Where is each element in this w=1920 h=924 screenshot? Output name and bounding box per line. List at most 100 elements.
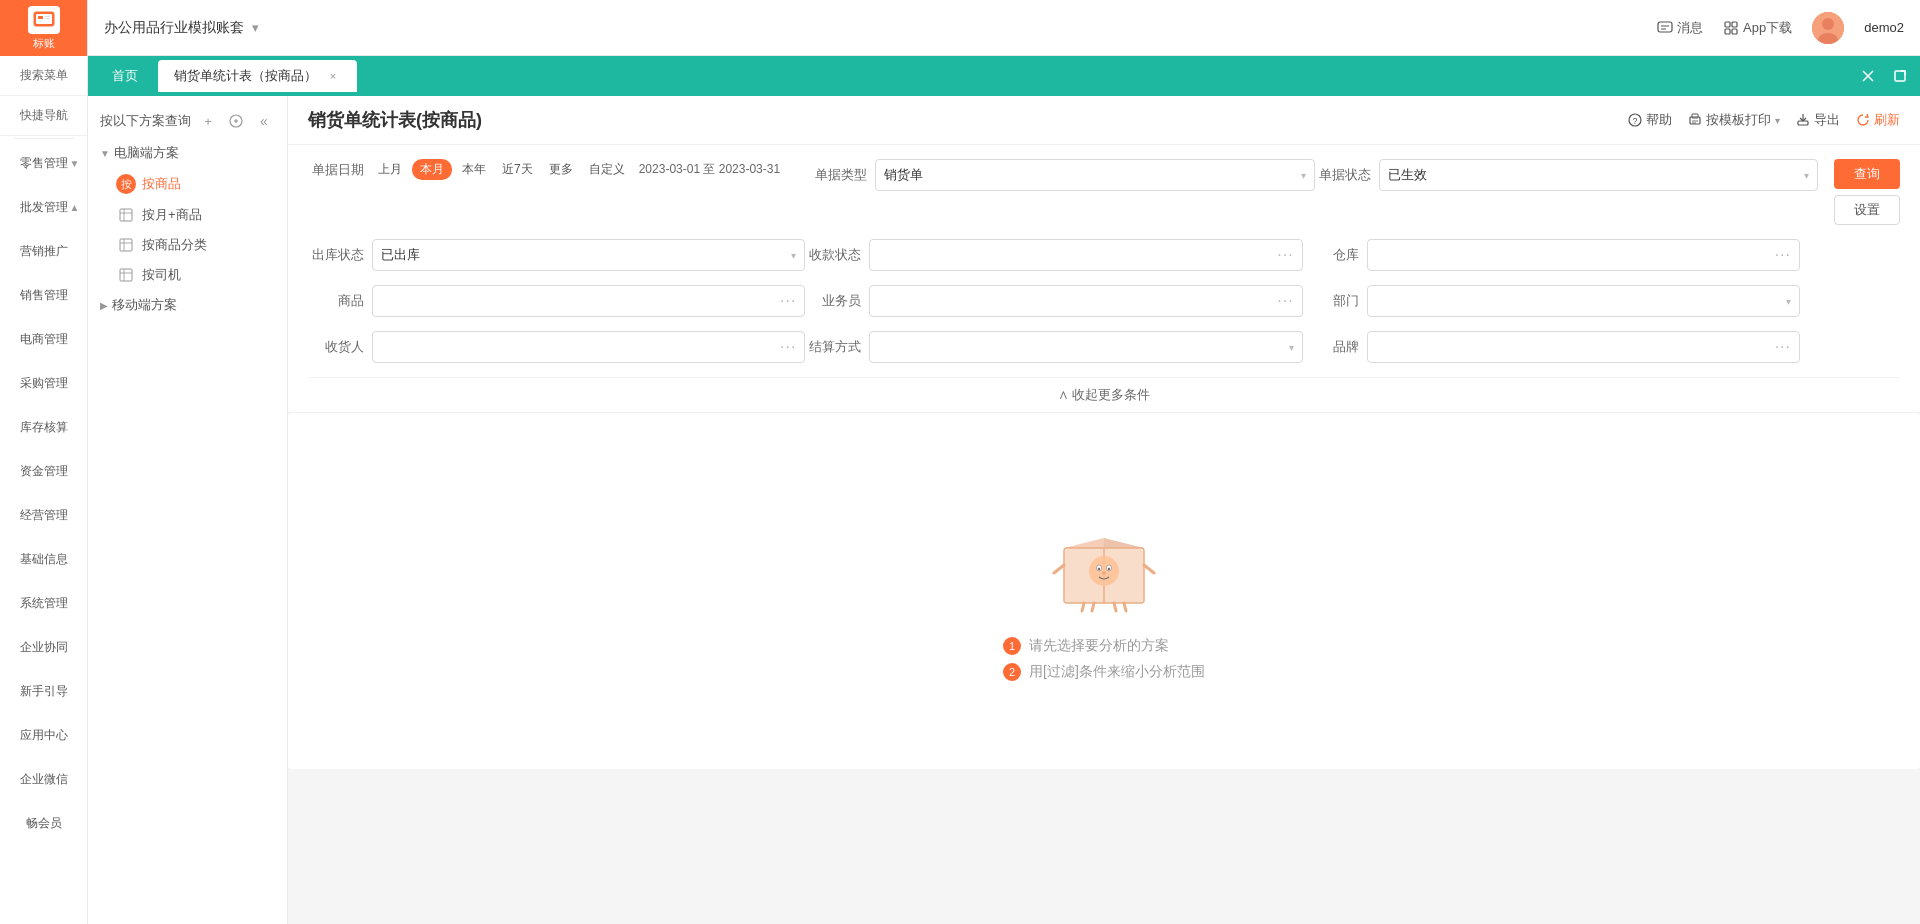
type-select[interactable]: 销货单 ▾ [875,159,1314,191]
department-arrow: ▾ [1786,296,1791,307]
plan-item-by-cashier[interactable]: 按司机 [88,260,287,290]
sidebar-item-member[interactable]: 畅会员 [0,801,88,845]
tab-maximize-btn[interactable] [1888,64,1912,88]
desktop-expand-icon: ▼ [100,148,110,159]
type-dropdown-arrow: ▾ [1301,170,1306,181]
shortcut-more[interactable]: 更多 [543,159,579,180]
empty-tip-1: 1 请先选择要分析的方案 [1003,637,1205,655]
app-logo[interactable]: 标账 [0,0,88,56]
plan-item-by-product[interactable]: 按 按商品 [88,168,287,200]
plan-item-by-month-product[interactable]: 按月+商品 [88,200,287,230]
tab-sales-stats[interactable]: 销货单统计表（按商品） × [158,60,357,92]
payment-method-label: 结算方式 [805,338,861,356]
sidebar-item-operations[interactable]: 经营管理 [0,493,88,537]
mobile-group-header[interactable]: ▶ 移动端方案 [88,290,287,320]
messages-btn[interactable]: 消息 [1657,19,1703,37]
sidebar-item-retail[interactable]: 零售管理 ▼ [0,141,88,185]
template-print-btn[interactable]: 按模板打印 ▾ [1688,111,1780,129]
salesperson-dots: ··· [1277,292,1293,310]
filter-out-status: 出库状态 已出库 ▾ [308,239,805,271]
tip-number-2: 2 [1003,663,1021,681]
salesperson-input[interactable]: ··· [869,285,1302,317]
status-select[interactable]: 已生效 ▾ [1379,159,1818,191]
sidebar-item-basic-label: 基础信息 [20,551,68,568]
sidebar-item-finance[interactable]: 资金管理 [0,449,88,493]
sidebar-item-system-label: 系统管理 [20,595,68,612]
plan-month-icon [116,207,136,223]
user-name[interactable]: demo2 [1864,20,1904,35]
tab-minimize-btn[interactable] [1856,64,1880,88]
sidebar-item-wechat[interactable]: 企业微信 [0,757,88,801]
shortcut-this-month[interactable]: 本月 [412,159,452,180]
status-value: 已生效 [1388,166,1427,184]
shortcut-7days[interactable]: 近7天 [496,159,539,180]
shortcut-last-month[interactable]: 上月 [372,159,408,180]
page-title: 销货单统计表(按商品) [308,108,482,132]
svg-rect-2 [38,16,43,19]
sidebar-item-ecommerce[interactable]: 电商管理 [0,317,88,361]
left-panel-title: 按以下方案查询 [100,112,191,130]
sidebar-item-sales[interactable]: 销售管理 [0,273,88,317]
left-panel-icons: + « [197,110,275,132]
payment-method-select[interactable]: ▾ [869,331,1302,363]
filter-type: 单据类型 销货单 ▾ [811,159,1314,191]
add-plan-btn[interactable]: + [197,110,219,132]
expand-icon: ▼ [70,158,80,169]
settings-btn[interactable]: 设置 [1834,195,1900,225]
sidebar-item-purchase[interactable]: 采购管理 [0,361,88,405]
empty-tip-2: 2 用[过滤]条件来缩小分析范围 [1003,663,1205,681]
app-download-icon [1723,20,1739,36]
product-label: 商品 [308,292,364,310]
sidebar-item-basic[interactable]: 基础信息 [0,537,88,581]
plan-item-by-category[interactable]: 按商品分类 [88,230,287,260]
help-btn[interactable]: ? 帮助 [1628,111,1672,129]
app-title: 办公用品行业模拟账套 [104,19,244,37]
brand-input[interactable]: ··· [1367,331,1800,363]
sidebar: 标账 搜索菜单 快捷导航 零售管理 ▼ 批发管理 ▲ 营销推广 销售管理 电商管… [0,0,88,924]
topbar-left: 办公用品行业模拟账套 ▾ [104,19,259,37]
topbar-right: 消息 App下载 demo2 [1657,12,1904,44]
warehouse-select[interactable]: ··· [1367,239,1800,271]
payment-status-select[interactable]: ··· [869,239,1302,271]
recipient-input[interactable]: ··· [372,331,805,363]
sidebar-item-inventory[interactable]: 库存核算 [0,405,88,449]
out-status-select[interactable]: 已出库 ▾ [372,239,805,271]
svg-point-44 [1098,568,1100,570]
template-print-dropdown[interactable]: ▾ [1775,115,1780,126]
collapse-panel-btn[interactable]: « [253,110,275,132]
shortcut-custom[interactable]: 自定义 [583,159,631,180]
tabbar: 首页 销货单统计表（按商品） × [88,56,1920,96]
department-select[interactable]: ▾ [1367,285,1800,317]
sidebar-item-marketing[interactable]: 营销推广 [0,229,88,273]
user-avatar[interactable] [1812,12,1844,44]
sidebar-item-operations-label: 经营管理 [20,507,68,524]
title-dropdown-icon[interactable]: ▾ [252,20,259,35]
desktop-group-header[interactable]: ▼ 电脑端方案 [88,138,287,168]
messages-label: 消息 [1677,19,1703,37]
export-btn[interactable]: 导出 [1796,111,1840,129]
app-download-btn[interactable]: App下载 [1723,19,1792,37]
product-input[interactable]: ··· [372,285,805,317]
out-status-label: 出库状态 [308,246,364,264]
svg-line-47 [1082,603,1084,611]
refresh-btn[interactable]: 刷新 [1856,111,1900,129]
sidebar-item-system[interactable]: 系统管理 [0,581,88,625]
shortcut-this-year[interactable]: 本年 [456,159,492,180]
status-dropdown-arrow: ▾ [1804,170,1809,181]
topbar: 办公用品行业模拟账套 ▾ 消息 App下载 demo2 [88,0,1920,56]
edit-plan-btn[interactable] [225,110,247,132]
collapse-filters-btn[interactable]: ∧ 收起更多条件 [308,377,1900,412]
tab-home[interactable]: 首页 [96,60,154,92]
sidebar-item-enterprise[interactable]: 企业协同 [0,625,88,669]
quick-nav[interactable]: 快捷导航 [0,96,88,136]
query-btn[interactable]: 查询 [1834,159,1900,189]
export-label: 导出 [1814,111,1840,129]
sidebar-item-wholesale[interactable]: 批发管理 ▲ [0,185,88,229]
page-header: 销货单统计表(按商品) ? 帮助 按模板打印 ▾ 导出 [288,96,1920,145]
search-menu[interactable]: 搜索菜单 [0,56,88,96]
sidebar-item-guide[interactable]: 新手引导 [0,669,88,713]
tab-close-btn[interactable]: × [325,68,341,84]
logo-text: 标账 [33,36,55,51]
svg-rect-21 [120,209,132,221]
sidebar-item-apps[interactable]: 应用中心 [0,713,88,757]
